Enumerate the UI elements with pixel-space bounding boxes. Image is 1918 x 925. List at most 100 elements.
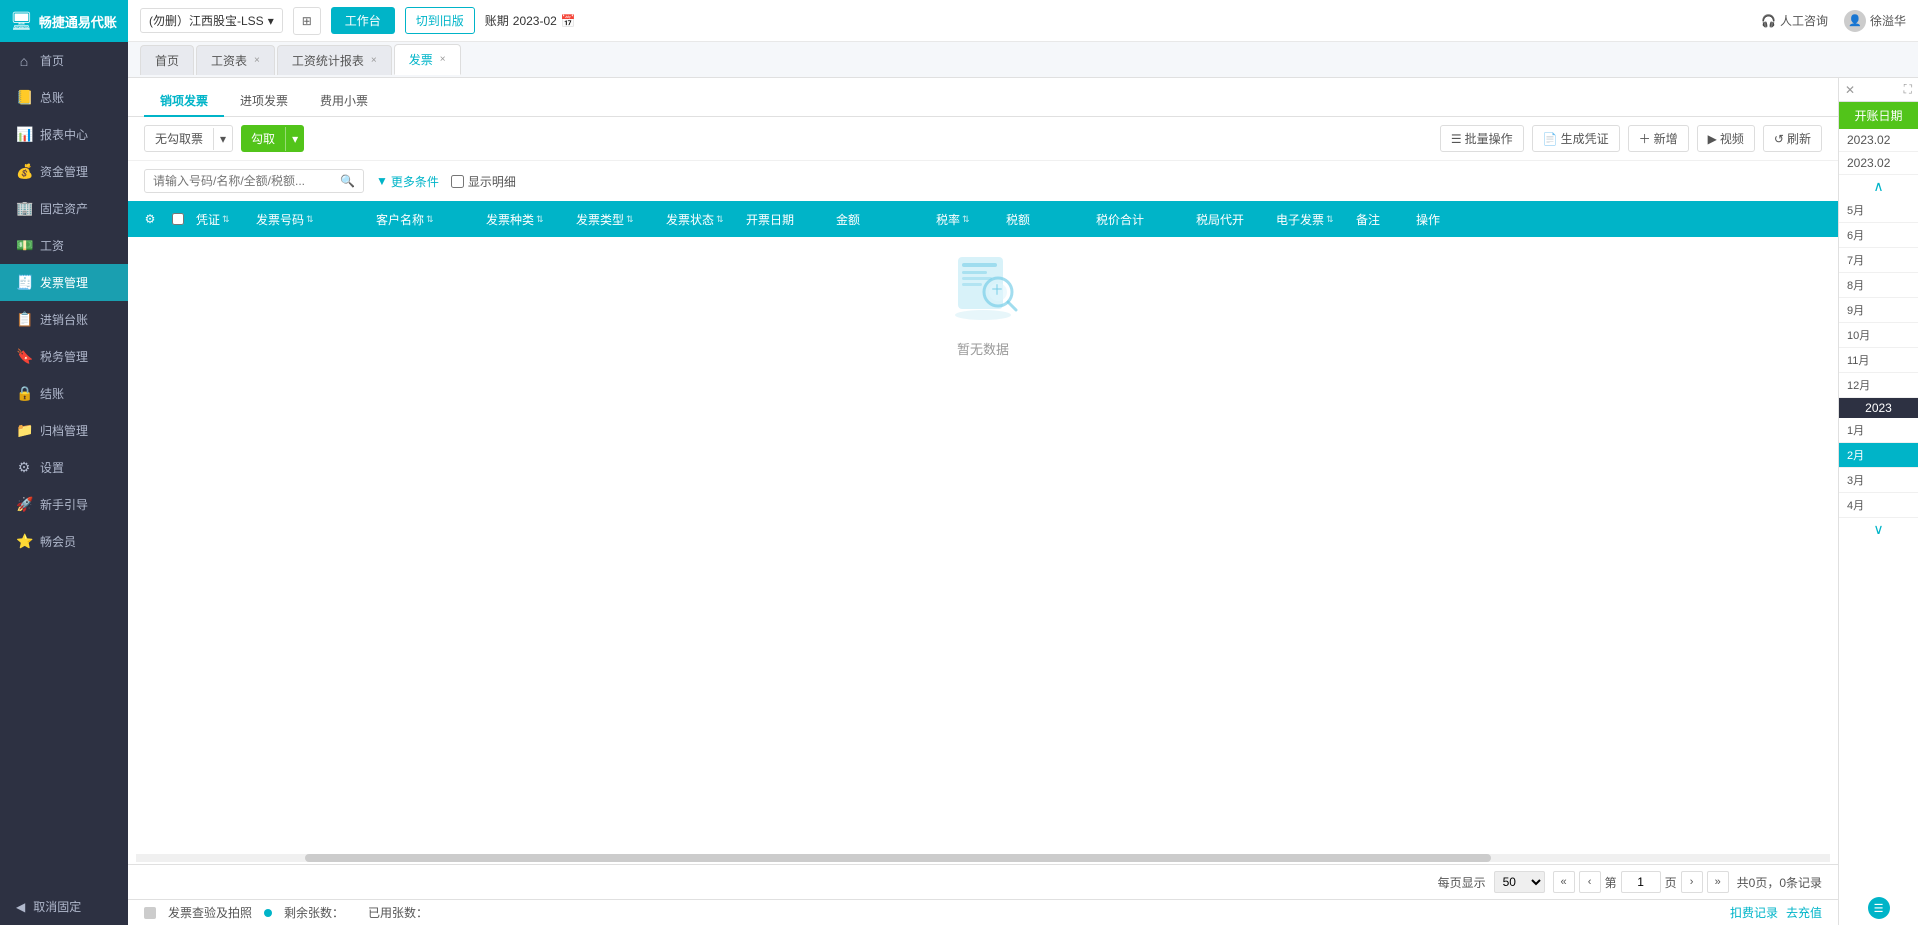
- footer-right: 每页显示 10 20 50 100 « ‹ 第 页 › »: [1438, 871, 1822, 893]
- no-deduct-dropdown[interactable]: 无勾取票 ▾: [144, 125, 233, 152]
- month-item-pre-5[interactable]: 10月: [1839, 323, 1918, 348]
- video-button[interactable]: ▶ 视频: [1697, 125, 1755, 152]
- more-filters-button[interactable]: ▼ 更多条件: [376, 173, 439, 190]
- sidebar-item-purchase-sale[interactable]: 📋进销台账: [0, 301, 128, 338]
- last-page-btn[interactable]: »: [1707, 871, 1729, 893]
- sidebar-item-assets[interactable]: 🏢固定资产: [0, 190, 128, 227]
- sub-tab-purchase[interactable]: 进项发票: [224, 86, 304, 117]
- sidebar-label-assets: 固定资产: [40, 200, 88, 217]
- search-input[interactable]: [153, 174, 336, 188]
- show-detail-checkbox-area[interactable]: 显示明细: [451, 173, 516, 190]
- prev-page-btn[interactable]: ‹: [1579, 871, 1601, 893]
- th-e-invoice-sort-icon[interactable]: ⇅: [1326, 214, 1334, 225]
- month-item-pre-2[interactable]: 7月: [1839, 248, 1918, 273]
- th-invoice-cat-sort-icon[interactable]: ⇅: [626, 214, 634, 225]
- new-button[interactable]: ＋ 新增: [1628, 125, 1689, 152]
- th-tax-rate-label: 税率: [936, 211, 960, 228]
- tab-close-invoice[interactable]: ×: [440, 54, 446, 65]
- date-item-2023-02-2[interactable]: 2023.02: [1839, 152, 1918, 175]
- th-settings[interactable]: ⚙: [136, 212, 164, 226]
- deduct-record-link[interactable]: 扣费记录: [1730, 904, 1778, 921]
- month-item-post-2[interactable]: 3月: [1839, 468, 1918, 493]
- table-scroll-area[interactable]: 暂无数据: [128, 237, 1838, 852]
- th-invoice-no-sort-icon[interactable]: ⇅: [306, 214, 314, 225]
- page-size-select[interactable]: 10 20 50 100: [1494, 871, 1545, 893]
- month-item-post-3[interactable]: 4月: [1839, 493, 1918, 518]
- tab-home[interactable]: 首页: [140, 45, 194, 75]
- recharge-link[interactable]: 去充值: [1786, 904, 1822, 921]
- month-item-post-0[interactable]: 1月: [1839, 418, 1918, 443]
- sidebar-item-report[interactable]: 📊报表中心: [0, 116, 128, 153]
- th-total-label: 税价合计: [1096, 211, 1144, 228]
- workspace-button[interactable]: 工作台: [331, 7, 395, 34]
- sidebar-item-settings[interactable]: ⚙设置: [0, 449, 128, 486]
- company-name: (勿删）江西股宝-LSS: [149, 12, 264, 29]
- tab-close-wage-stats[interactable]: ×: [371, 55, 377, 66]
- sidebar-footer-unpin[interactable]: ◀ 取消固定: [0, 888, 128, 925]
- scroll-thumb[interactable]: [305, 854, 1491, 862]
- show-detail-checkbox[interactable]: [451, 175, 464, 188]
- sidebar-item-close[interactable]: 🔒结账: [0, 375, 128, 412]
- sidebar-label-purchase-sale: 进销台账: [40, 311, 88, 328]
- switch-old-button[interactable]: 切到旧版: [405, 7, 475, 34]
- scrollbar-area[interactable]: [128, 852, 1838, 864]
- sidebar-item-archive[interactable]: 📁归档管理: [0, 412, 128, 449]
- tab-invoice[interactable]: 发票×: [394, 44, 461, 75]
- expand-panel-icon[interactable]: ⛶: [1904, 82, 1912, 97]
- sidebar-item-ledger[interactable]: 📒总账: [0, 79, 128, 116]
- chevron-up-icon[interactable]: ∧: [1873, 178, 1883, 195]
- sidebar-item-home[interactable]: ⌂首页: [0, 42, 128, 79]
- month-item-post-1[interactable]: 2月: [1839, 443, 1918, 468]
- refresh-button[interactable]: ↺ 刷新: [1763, 125, 1822, 152]
- tab-wage-stats[interactable]: 工资统计报表×: [277, 45, 392, 75]
- open-period-btn[interactable]: 开账日期: [1839, 102, 1918, 129]
- right-panel-top: ✕ ⛶: [1839, 78, 1918, 102]
- month-item-pre-0[interactable]: 5月: [1839, 198, 1918, 223]
- date-item-2023-02-1[interactable]: 2023.02: [1839, 129, 1918, 152]
- right-panel-icon1[interactable]: ☰: [1868, 897, 1890, 919]
- sidebar-item-guide[interactable]: 🚀新手引导: [0, 486, 128, 523]
- first-page-btn[interactable]: «: [1553, 871, 1575, 893]
- scroll-track[interactable]: [136, 854, 1830, 862]
- search-wrap[interactable]: 🔍: [144, 169, 364, 193]
- right-panel-nav-up[interactable]: ∧: [1839, 175, 1918, 198]
- month-item-pre-4[interactable]: 9月: [1839, 298, 1918, 323]
- sidebar-item-fund[interactable]: 💰资金管理: [0, 153, 128, 190]
- no-deduct-label: 无勾取票: [145, 126, 213, 151]
- tab-wage-table[interactable]: 工资表×: [196, 45, 275, 75]
- month-item-pre-7[interactable]: 12月: [1839, 373, 1918, 398]
- month-item-pre-3[interactable]: 8月: [1839, 273, 1918, 298]
- month-item-pre-1[interactable]: 6月: [1839, 223, 1918, 248]
- support-btn[interactable]: 🎧 人工咨询: [1761, 12, 1828, 29]
- th-status-sort-icon[interactable]: ⇅: [716, 214, 724, 225]
- th-checkbox[interactable]: [164, 213, 192, 225]
- th-customer-sort-icon[interactable]: ⇅: [426, 214, 434, 225]
- sidebar-item-member[interactable]: ⭐畅会员: [0, 523, 128, 560]
- batch-ops-button[interactable]: ☰ 批量操作: [1440, 125, 1524, 152]
- company-settings-icon[interactable]: ⊞: [293, 7, 321, 35]
- sidebar-item-tax[interactable]: 🔖税务管理: [0, 338, 128, 375]
- page-input[interactable]: [1621, 871, 1661, 893]
- pagination-row: 每页显示 10 20 50 100 « ‹ 第 页 › »: [128, 864, 1838, 899]
- user-area[interactable]: 👤 徐溢华: [1844, 10, 1906, 32]
- right-panel-nav-down[interactable]: ∨: [1839, 518, 1918, 541]
- close-panel-icon[interactable]: ✕: [1845, 83, 1855, 97]
- sidebar-item-invoice-mgmt[interactable]: 🧾发票管理: [0, 264, 128, 301]
- deduct-dropdown[interactable]: 勾取 ▾: [241, 125, 304, 152]
- user-name: 徐溢华: [1870, 12, 1906, 29]
- th-cert-sort-icon[interactable]: ⇅: [222, 214, 230, 225]
- next-page-btn[interactable]: ›: [1681, 871, 1703, 893]
- tab-close-wage-table[interactable]: ×: [254, 55, 260, 66]
- sub-tab-expense[interactable]: 费用小票: [304, 86, 384, 117]
- sidebar-item-wage[interactable]: 💵工资: [0, 227, 128, 264]
- month-item-pre-6[interactable]: 11月: [1839, 348, 1918, 373]
- th-invoice-type-sort-icon[interactable]: ⇅: [536, 214, 544, 225]
- sub-tab-sales[interactable]: 销项发票: [144, 86, 224, 117]
- gen-voucher-button[interactable]: 📄 生成凭证: [1532, 125, 1620, 152]
- company-selector[interactable]: (勿删）江西股宝-LSS ▾: [140, 8, 283, 33]
- th-tax-rate-sort-icon[interactable]: ⇅: [962, 214, 970, 225]
- th-total: 税价合计: [1092, 211, 1192, 228]
- select-all-checkbox[interactable]: [172, 213, 184, 225]
- logo-text: 畅捷通易代账: [39, 12, 117, 31]
- chevron-down-icon[interactable]: ∨: [1873, 521, 1883, 538]
